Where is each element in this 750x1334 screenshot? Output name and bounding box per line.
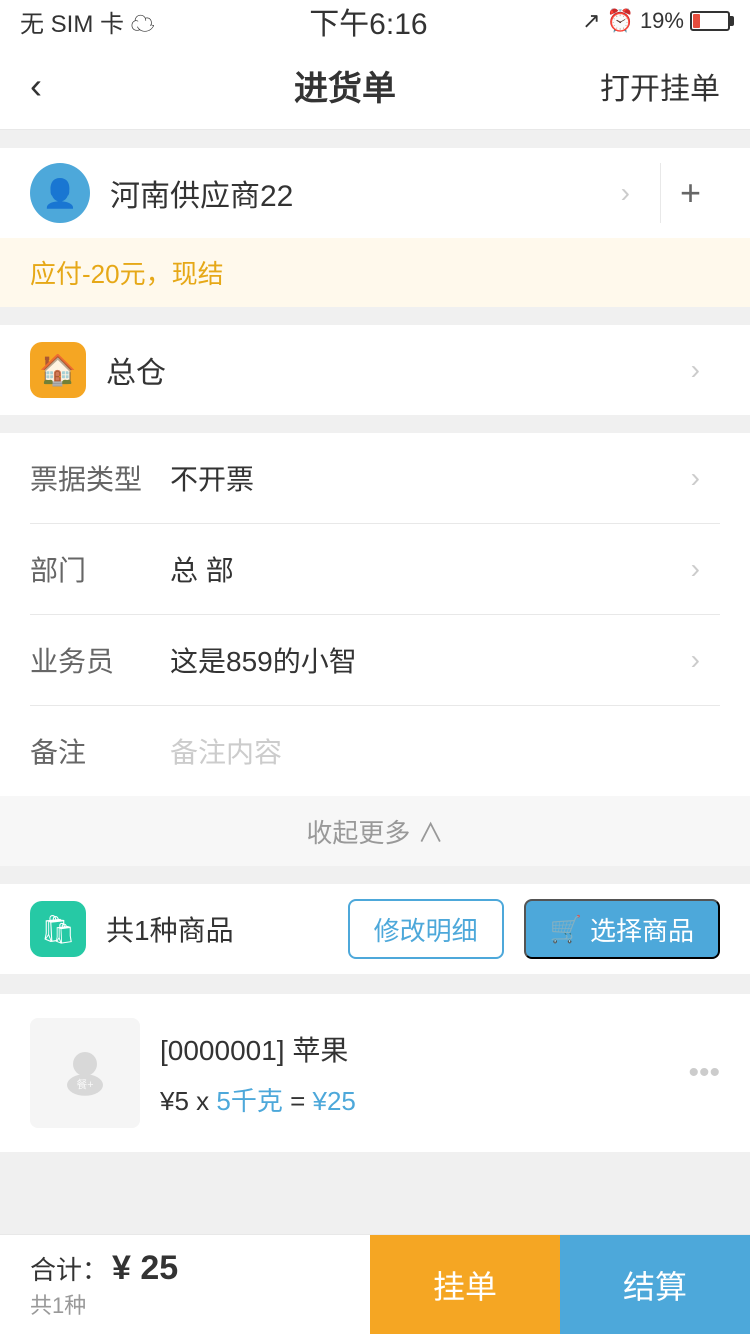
salesperson-value: 这是859的小智 xyxy=(170,640,691,680)
supplier-avatar: 👤 xyxy=(30,163,90,223)
product-count: 共1种商品 xyxy=(106,909,328,949)
divider-2 xyxy=(0,415,750,433)
product-thumbnail: 餐+ xyxy=(30,1018,140,1128)
note-value: 备注内容 xyxy=(170,731,720,771)
signal-text: 无 SIM 卡 ☁ xyxy=(20,4,155,39)
divider-top xyxy=(0,130,750,148)
note-label: 备注 xyxy=(30,731,170,771)
back-button[interactable]: ‹ xyxy=(30,65,90,107)
salesperson-label: 业务员 xyxy=(30,640,170,680)
battery-icon xyxy=(690,11,730,31)
department-row[interactable]: 部门 总 部 › xyxy=(0,524,750,614)
supplier-row[interactable]: 👤 河南供应商22 › + xyxy=(0,148,750,238)
alarm-icon: ⏰ xyxy=(607,8,634,34)
collapse-toggle[interactable]: 收起更多 ∧ xyxy=(0,796,750,866)
total-count: 共1种 xyxy=(30,1288,340,1320)
invoice-type-label: 票据类型 xyxy=(30,458,170,498)
select-product-button[interactable]: 🛒 选择商品 xyxy=(524,899,720,959)
quantity-value: 5千克 xyxy=(216,1086,282,1116)
svg-text:餐+: 餐+ xyxy=(76,1077,93,1091)
avatar-icon: 👤 xyxy=(43,177,78,210)
open-hang-button[interactable]: 打开挂单 xyxy=(600,64,720,108)
location-icon: ↗ xyxy=(582,8,600,34)
department-value: 总 部 xyxy=(170,549,691,589)
status-bar: 无 SIM 卡 ☁ 下午6:16 ↗ ⏰ 19% xyxy=(0,0,750,42)
warehouse-section: 🏠 总仓 › xyxy=(0,325,750,415)
warehouse-name: 总仓 xyxy=(106,348,691,392)
status-left: 无 SIM 卡 ☁ xyxy=(20,4,155,39)
total-value: ¥25 xyxy=(312,1086,355,1116)
price-value: ¥5 xyxy=(160,1086,189,1116)
bottom-bar: 合计： ¥ 25 共1种 挂单 结算 xyxy=(0,1234,750,1334)
form-section: 票据类型 不开票 › 部门 总 部 › 业务员 这是859的小智 › 备注 备注… xyxy=(0,433,750,796)
checkout-button[interactable]: 结算 xyxy=(560,1235,750,1334)
supplier-name: 河南供应商22 xyxy=(110,171,621,215)
warehouse-icon: 🏠 xyxy=(30,342,86,398)
product-bag-icon: 🛍 xyxy=(30,901,86,957)
invoice-chevron-icon: › xyxy=(691,462,700,494)
salesperson-row[interactable]: 业务员 这是859的小智 › xyxy=(0,615,750,705)
product-name: [0000001] 苹果 xyxy=(160,1029,668,1069)
department-label: 部门 xyxy=(30,549,170,589)
chevron-right-icon: › xyxy=(621,177,630,209)
warehouse-row[interactable]: 🏠 总仓 › xyxy=(0,325,750,415)
department-chevron-icon: › xyxy=(691,553,700,585)
select-product-label: 选择商品 xyxy=(590,911,694,948)
divider-4 xyxy=(0,974,750,992)
page-title: 进货单 xyxy=(294,61,396,110)
hang-button[interactable]: 挂单 xyxy=(370,1235,560,1334)
invoice-type-value: 不开票 xyxy=(170,458,691,498)
battery-text: 19% xyxy=(640,8,684,34)
cart-icon: 🛒 xyxy=(550,914,582,945)
salesperson-chevron-icon: › xyxy=(691,644,700,676)
product-info: [0000001] 苹果 ¥5 x 5千克 = ¥25 xyxy=(160,1029,668,1118)
total-section: 合计： ¥ 25 共1种 xyxy=(0,1235,370,1334)
status-time: 下午6:16 xyxy=(309,0,427,43)
edit-detail-button[interactable]: 修改明细 xyxy=(348,899,504,959)
product-header: 🛍 共1种商品 修改明细 🛒 选择商品 xyxy=(0,884,750,974)
product-item: 餐+ [0000001] 苹果 ¥5 x 5千克 = ¥25 ••• xyxy=(0,994,750,1152)
divider-3 xyxy=(0,866,750,884)
supplier-section: 👤 河南供应商22 › + 应付-20元，现结 xyxy=(0,148,750,307)
nav-bar: ‹ 进货单 打开挂单 xyxy=(0,42,750,130)
status-right: ↗ ⏰ 19% xyxy=(582,8,730,34)
invoice-type-row[interactable]: 票据类型 不开票 › xyxy=(0,433,750,523)
product-price: ¥5 x 5千克 = ¥25 xyxy=(160,1081,668,1118)
add-supplier-button[interactable]: + xyxy=(660,163,720,223)
note-row[interactable]: 备注 备注内容 xyxy=(0,706,750,796)
total-amount: ¥ 25 xyxy=(112,1249,178,1288)
warning-banner: 应付-20元，现结 xyxy=(0,238,750,307)
divider-1 xyxy=(0,307,750,325)
product-more-button[interactable]: ••• xyxy=(688,1056,720,1090)
product-placeholder-icon: 餐+ xyxy=(55,1043,115,1103)
warehouse-chevron-icon: › xyxy=(691,354,700,386)
total-label: 合计： xyxy=(30,1250,108,1287)
